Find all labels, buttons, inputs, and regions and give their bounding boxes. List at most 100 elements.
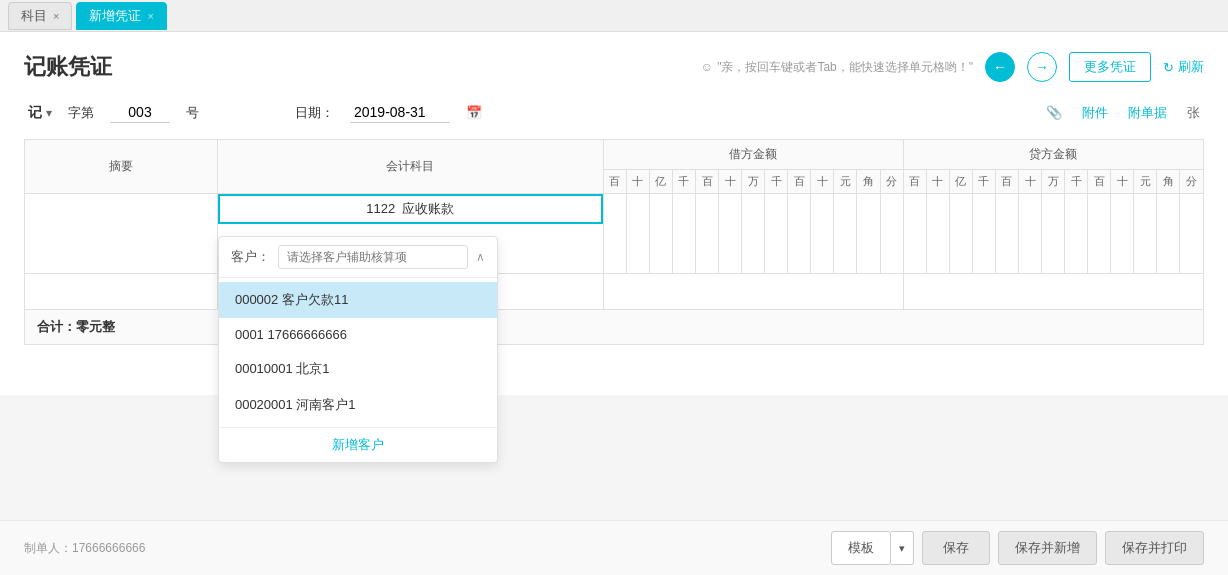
- credit-cell-0[interactable]: [903, 194, 926, 274]
- attachment-sheet-link[interactable]: 附单据: [1128, 104, 1167, 122]
- total-label: 合计：零元整: [37, 318, 115, 336]
- debit-cell-6[interactable]: [742, 194, 765, 274]
- record-type-button[interactable]: 记: [28, 104, 42, 122]
- debit-digit-header-2: 亿: [649, 170, 672, 194]
- debit-digit-header-9: 十: [811, 170, 834, 194]
- credit-empty-1[interactable]: [903, 274, 1203, 310]
- debit-cell-9[interactable]: [811, 194, 834, 274]
- customer-selector-header: 客户： ∧: [219, 237, 497, 278]
- debit-cell-7[interactable]: [765, 194, 788, 274]
- bottom-bar: 制单人：17666666666 模板 ▾ 保存 保存并新增 保存并打印: [0, 520, 1228, 575]
- debit-cell-10[interactable]: [834, 194, 857, 274]
- table-row: 1122 应收账款 客户： ∧ 000002 客户欠款11: [25, 194, 1204, 274]
- debit-digit-header-3: 千: [672, 170, 695, 194]
- debit-digit-header-5: 十: [719, 170, 742, 194]
- debit-empty-1[interactable]: [603, 274, 903, 310]
- debit-digit-header-7: 千: [765, 170, 788, 194]
- account-name: 应收账款: [402, 201, 454, 216]
- tip-content: "亲，按回车键或者Tab，能快速选择单元格哟！": [717, 59, 973, 76]
- debit-cell-8[interactable]: [788, 194, 811, 274]
- account-code: 1122: [366, 201, 395, 216]
- credit-cell-4[interactable]: [995, 194, 1018, 274]
- template-button[interactable]: 模板: [831, 531, 891, 565]
- credit-cell-5[interactable]: [1019, 194, 1042, 274]
- credit-digit-header-10: 元: [1134, 170, 1157, 194]
- add-customer-button[interactable]: 新增客户: [332, 436, 384, 454]
- calendar-icon[interactable]: 📅: [466, 105, 482, 120]
- debit-cell-11[interactable]: [857, 194, 880, 274]
- more-voucher-button[interactable]: 更多凭证: [1069, 52, 1151, 82]
- tab-xinzeng-label: 新增凭证: [89, 7, 141, 25]
- credit-digit-header-11: 角: [1157, 170, 1180, 194]
- save-button[interactable]: 保存: [922, 531, 990, 565]
- dropdown-footer: 新增客户: [219, 427, 497, 462]
- credit-cell-9[interactable]: [1111, 194, 1134, 274]
- credit-cell-7[interactable]: [1065, 194, 1088, 274]
- customer-label: 客户：: [231, 248, 270, 266]
- debit-cell-3[interactable]: [672, 194, 695, 274]
- credit-digit-header-5: 十: [1019, 170, 1042, 194]
- credit-cell-8[interactable]: [1088, 194, 1111, 274]
- credit-cell-6[interactable]: [1042, 194, 1065, 274]
- credit-cell-10[interactable]: [1134, 194, 1157, 274]
- zi-input[interactable]: [110, 102, 170, 123]
- save-print-button[interactable]: 保存并打印: [1105, 531, 1204, 565]
- table-container: 摘要 会计科目 借方金额 贷方金额 百十亿千百十万千百十元角分百十亿千百十万千百…: [24, 139, 1204, 345]
- credit-digit-header-4: 百: [995, 170, 1018, 194]
- debit-digit-header-11: 角: [857, 170, 880, 194]
- debit-cell-1[interactable]: [626, 194, 649, 274]
- form-row: 记 ▾ 字第 号 日期： 📅 📎 附件 附单据 张: [24, 102, 1204, 123]
- account-cell[interactable]: 1122 应收账款 客户： ∧ 000002 客户欠款11: [217, 194, 603, 274]
- record-type-group: 记 ▾: [28, 104, 52, 122]
- dropdown-item-3[interactable]: 00020001 河南客户1: [219, 387, 497, 423]
- dropdown-item-1[interactable]: 0001 17666666666: [219, 318, 497, 351]
- account-display[interactable]: 1122 应收账款: [218, 194, 603, 224]
- chevron-up-icon[interactable]: ∧: [476, 250, 485, 264]
- date-label: 日期：: [295, 104, 334, 122]
- debit-cell-5[interactable]: [719, 194, 742, 274]
- debit-cell-4[interactable]: [696, 194, 719, 274]
- page-title: 记账凭证: [24, 52, 112, 82]
- th-credit: 贷方金额: [903, 140, 1203, 170]
- tab-keji-close[interactable]: ×: [53, 10, 59, 22]
- template-arrow-button[interactable]: ▾: [891, 531, 914, 565]
- prev-button[interactable]: ←: [985, 52, 1015, 82]
- credit-digit-header-0: 百: [903, 170, 926, 194]
- hao-label: 号: [186, 104, 199, 122]
- tab-xinzeng-close[interactable]: ×: [147, 10, 153, 22]
- customer-search-input[interactable]: [278, 245, 468, 269]
- credit-cell-1[interactable]: [926, 194, 949, 274]
- refresh-icon: ↻: [1163, 60, 1174, 75]
- debit-cell-2[interactable]: [649, 194, 672, 274]
- credit-cell-2[interactable]: [949, 194, 972, 274]
- debit-digit-header-0: 百: [603, 170, 626, 194]
- debit-cell-12[interactable]: [880, 194, 903, 274]
- refresh-button[interactable]: ↻ 刷新: [1163, 58, 1204, 76]
- debit-digit-header-12: 分: [880, 170, 903, 194]
- attachment-link[interactable]: 附件: [1082, 104, 1108, 122]
- summary-empty-1[interactable]: [25, 274, 218, 310]
- tab-keji[interactable]: 科目 ×: [8, 2, 72, 30]
- debit-digit-header-4: 百: [696, 170, 719, 194]
- credit-digit-header-2: 亿: [949, 170, 972, 194]
- next-button[interactable]: →: [1027, 52, 1057, 82]
- debit-digit-header-6: 万: [742, 170, 765, 194]
- voucher-table: 摘要 会计科目 借方金额 贷方金额 百十亿千百十万千百十元角分百十亿千百十万千百…: [24, 139, 1204, 310]
- smiley-icon: ☺: [701, 60, 713, 74]
- tab-keji-label: 科目: [21, 7, 47, 25]
- credit-cell-3[interactable]: [972, 194, 995, 274]
- zi-label: 字第: [68, 104, 94, 122]
- dropdown-item-0[interactable]: 000002 客户欠款11: [219, 282, 497, 318]
- credit-digit-header-9: 十: [1111, 170, 1134, 194]
- tip-text: ☺ "亲，按回车键或者Tab，能快速选择单元格哟！": [701, 59, 973, 76]
- credit-digit-header-3: 千: [972, 170, 995, 194]
- credit-cell-12[interactable]: [1180, 194, 1204, 274]
- date-input[interactable]: [350, 102, 450, 123]
- save-new-button[interactable]: 保存并新增: [998, 531, 1097, 565]
- credit-cell-11[interactable]: [1157, 194, 1180, 274]
- dropdown-item-2[interactable]: 00010001 北京1: [219, 351, 497, 387]
- credit-digit-header-8: 百: [1088, 170, 1111, 194]
- tab-xinzeng[interactable]: 新增凭证 ×: [76, 2, 166, 30]
- summary-cell[interactable]: [25, 194, 218, 274]
- debit-cell-0[interactable]: [603, 194, 626, 274]
